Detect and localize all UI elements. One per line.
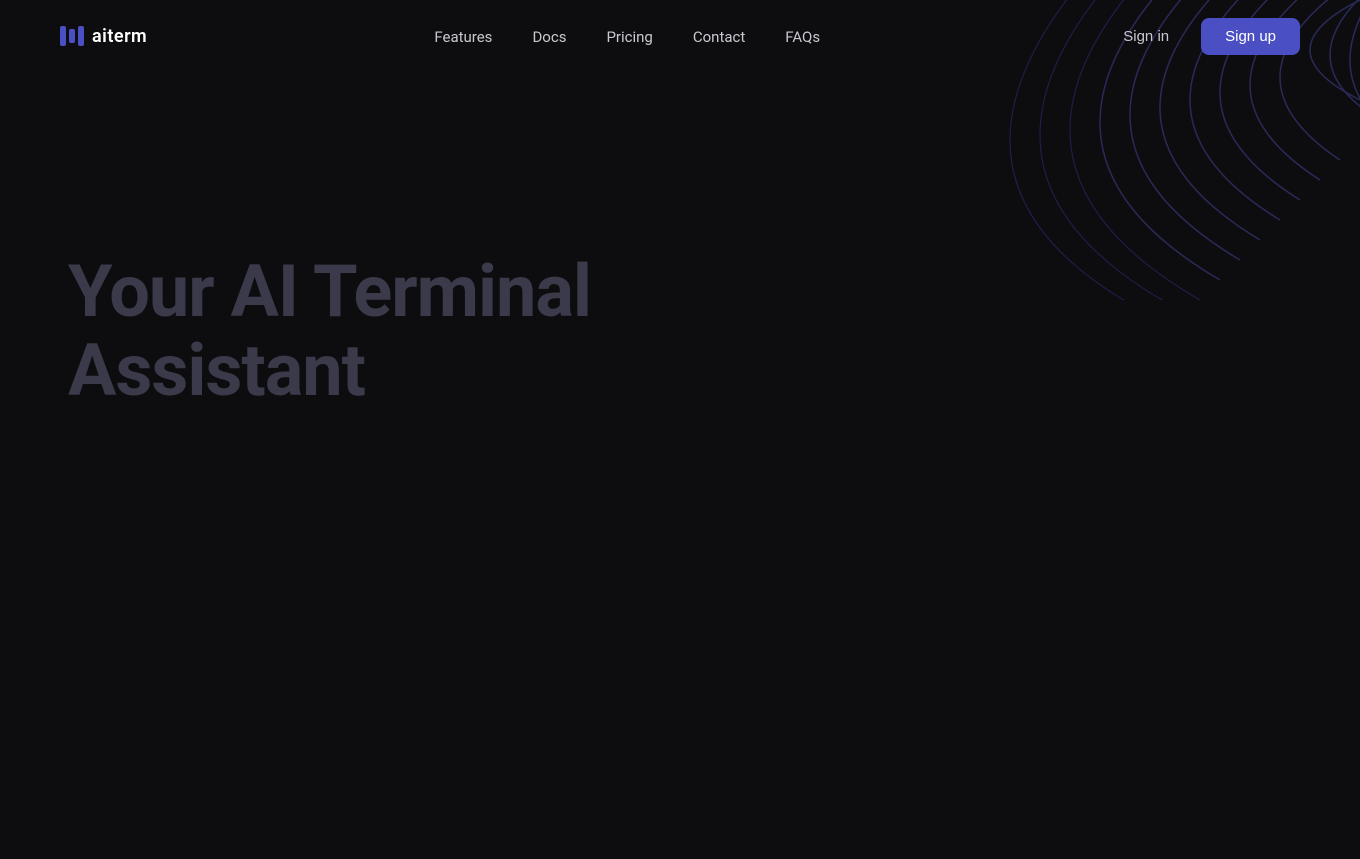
hero-section: Your AI Terminal Assistant (0, 72, 1360, 410)
nav-actions: Sign in Sign up (1107, 18, 1300, 55)
nav-item-features[interactable]: Features (434, 27, 492, 46)
hero-title-line2: Assistant (68, 328, 365, 413)
logo-bar-3 (78, 26, 84, 46)
nav-link-pricing[interactable]: Pricing (606, 28, 652, 46)
nav-link-docs[interactable]: Docs (532, 28, 566, 46)
signin-button[interactable]: Sign in (1107, 20, 1185, 53)
logo-bar-1 (60, 26, 66, 46)
nav-item-docs[interactable]: Docs (532, 27, 566, 46)
signup-button[interactable]: Sign up (1201, 18, 1300, 55)
logo-icon (60, 26, 84, 46)
nav-link-contact[interactable]: Contact (693, 28, 745, 46)
logo-bar-2 (69, 29, 75, 43)
hero-title: Your AI Terminal Assistant (68, 252, 1360, 410)
logo[interactable]: aiterm (60, 26, 147, 47)
navbar: aiterm Features Docs Pricing Contact FAQ… (0, 0, 1360, 72)
nav-link-faqs[interactable]: FAQs (785, 28, 820, 46)
nav-item-faqs[interactable]: FAQs (785, 27, 820, 46)
logo-text: aiterm (92, 26, 147, 47)
nav-links: Features Docs Pricing Contact FAQs (434, 27, 820, 46)
nav-item-pricing[interactable]: Pricing (606, 27, 652, 46)
nav-link-features[interactable]: Features (434, 28, 492, 46)
hero-title-line1: Your AI Terminal (68, 249, 591, 334)
nav-item-contact[interactable]: Contact (693, 27, 745, 46)
